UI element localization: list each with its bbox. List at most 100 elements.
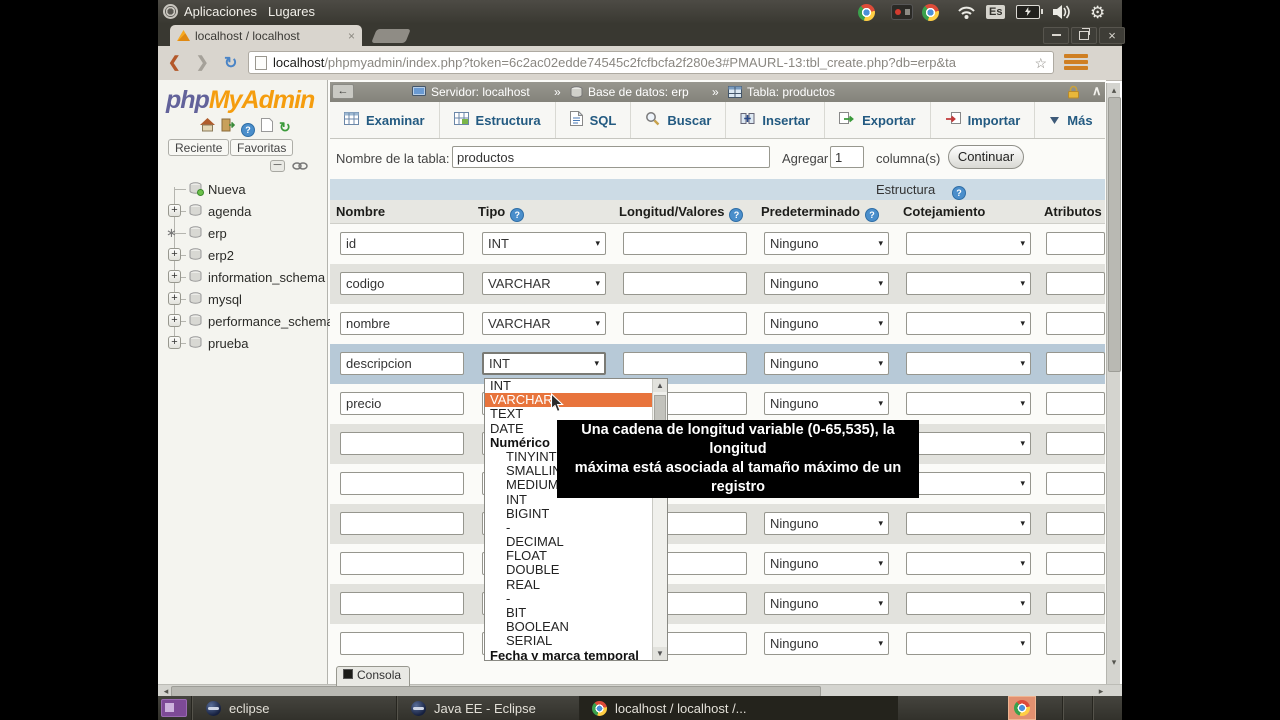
tab-más[interactable]: Más [1035,102,1108,138]
expand-icon[interactable]: + [168,292,181,305]
column-attributes-select[interactable] [1046,232,1105,255]
recent-tables-button[interactable]: Reciente [168,139,230,156]
restore-button[interactable] [1071,27,1097,44]
column-default-select[interactable]: Ninguno▾ [764,512,889,535]
expand-icon[interactable]: + [168,248,181,261]
dropdown-option[interactable]: INT [485,379,653,393]
column-attributes-select[interactable] [1046,512,1105,535]
column-attributes-select[interactable] [1046,272,1105,295]
dropdown-option[interactable]: DOUBLE [485,563,653,577]
docs-icon[interactable] [261,118,273,137]
home-icon[interactable] [200,118,215,137]
scroll-up-icon[interactable]: ▴ [1107,85,1121,96]
table-name-input[interactable]: productos [452,146,770,168]
column-name-input[interactable]: descripcion [340,352,464,375]
taskbar-javaee[interactable]: Java EE - Eclipse [399,696,579,720]
pma-logo[interactable]: phpMyAdmin [166,86,315,115]
column-collation-select[interactable]: ▾ [906,552,1031,575]
column-default-select[interactable]: Ninguno▾ [764,312,889,335]
column-name-input[interactable]: nombre [340,312,464,335]
scroll-up-icon[interactable]: ▲ [653,379,667,392]
tree-item-mysql[interactable]: + mysql [158,289,328,311]
column-collation-select[interactable]: ▾ [906,312,1031,335]
column-default-select[interactable]: Ninguno▾ [764,352,889,375]
link-icon[interactable] [292,158,308,176]
column-length-input[interactable] [623,272,747,295]
help-icon[interactable]: ? [510,208,525,222]
recorder-icon[interactable] [891,4,913,20]
column-attributes-select[interactable] [1046,592,1105,615]
dropdown-option[interactable]: - [485,520,653,535]
column-attributes-select[interactable] [1046,352,1105,375]
structure-help-icon[interactable]: ? [952,182,966,200]
column-collation-select[interactable]: ▾ [906,592,1031,615]
scroll-down-icon[interactable]: ▾ [1107,657,1121,668]
column-attributes-select[interactable] [1046,472,1105,495]
vertical-scrollbar[interactable]: ▴ ▾ [1106,83,1121,684]
column-name-input[interactable] [340,472,464,495]
continue-button[interactable]: Continuar [948,145,1024,169]
breadcrumb-table[interactable]: Tabla: productos [747,85,835,99]
taskbar-eclipse[interactable]: eclipse [194,696,396,720]
dropdown-option-highlighted[interactable]: VARCHAR [485,393,653,408]
dropdown-option[interactable]: FLOAT [485,549,653,563]
console-toggle[interactable]: Consola [336,666,411,686]
chrome-tray-icon[interactable] [858,3,875,21]
breadcrumb-server[interactable]: Servidor: localhost [431,85,530,99]
expand-icon[interactable]: + [168,270,181,283]
tab-insertar[interactable]: Insertar [726,102,826,138]
tree-item-erp[interactable]: ∗ erp [158,223,328,245]
expand-icon[interactable]: + [168,204,181,217]
help-icon[interactable]: ? [864,208,879,222]
add-columns-input[interactable]: 1 [830,146,864,168]
url-bar[interactable]: localhost /phpmyadmin/index.php?token=6c… [248,51,1054,74]
column-collation-select[interactable]: ▾ [906,272,1031,295]
column-collation-select[interactable]: ▾ [906,512,1031,535]
column-name-input[interactable]: id [340,232,464,255]
battery-icon[interactable] [1016,5,1043,19]
tree-item-Nueva[interactable]: Nueva [158,179,328,201]
column-name-input[interactable] [340,512,464,535]
taskbar-browser-active[interactable]: localhost / localhost /... [580,696,898,720]
dropdown-option[interactable]: REAL [485,577,653,592]
column-name-input[interactable]: codigo [340,272,464,295]
breadcrumb-back-button[interactable]: ← [332,84,354,99]
tab-buscar[interactable]: Buscar [631,102,727,138]
column-attributes-select[interactable] [1046,312,1105,335]
column-name-input[interactable] [340,632,464,655]
reload-button[interactable]: ↻ [224,53,237,73]
dropdown-option[interactable]: - [485,591,653,606]
taskbar-chrome-launcher[interactable] [1008,696,1036,720]
collapse-all-button[interactable]: ─ [270,160,285,172]
column-attributes-select[interactable] [1046,432,1105,455]
refresh-icon[interactable]: ↻ [279,119,291,136]
keyboard-layout-indicator[interactable]: Es [986,5,1006,19]
column-default-select[interactable]: Ninguno▾ [764,272,889,295]
logout-icon[interactable] [221,118,236,137]
forward-button[interactable]: ❯ [196,53,209,71]
tree-item-information_schema[interactable]: + information_schema [158,267,328,289]
minimize-button[interactable] [1043,27,1069,44]
tab-exportar[interactable]: Exportar [825,102,931,138]
volume-icon[interactable] [1052,3,1072,21]
column-default-select[interactable]: Ninguno▾ [764,632,889,655]
tree-item-prueba[interactable]: + prueba [158,333,328,355]
tab-estructura[interactable]: Estructura [440,102,556,138]
distributor-logo-icon[interactable] [163,4,178,19]
tab-sql[interactable]: SQL [556,102,632,138]
column-type-select[interactable]: VARCHAR ▾ [482,312,606,335]
breadcrumb-database[interactable]: Base de datos: erp [588,85,689,99]
dropdown-option[interactable]: BIGINT [485,506,653,521]
column-collation-select[interactable]: ▾ [906,352,1031,375]
wifi-icon[interactable] [957,3,976,21]
column-type-select[interactable]: INT ▾ [482,232,606,255]
column-length-input[interactable] [623,312,747,335]
column-attributes-select[interactable] [1046,552,1105,575]
help-icon[interactable]: ? [241,118,255,137]
column-attributes-select[interactable] [1046,632,1105,655]
tab-examinar[interactable]: Examinar [330,102,440,138]
dropdown-option[interactable]: SERIAL [485,634,653,648]
collapse-console-icon[interactable]: ∧ [1092,83,1102,99]
column-collation-select[interactable]: ▾ [906,392,1031,415]
horizontal-scrollbar[interactable]: ◂ ▸ [158,684,1122,697]
